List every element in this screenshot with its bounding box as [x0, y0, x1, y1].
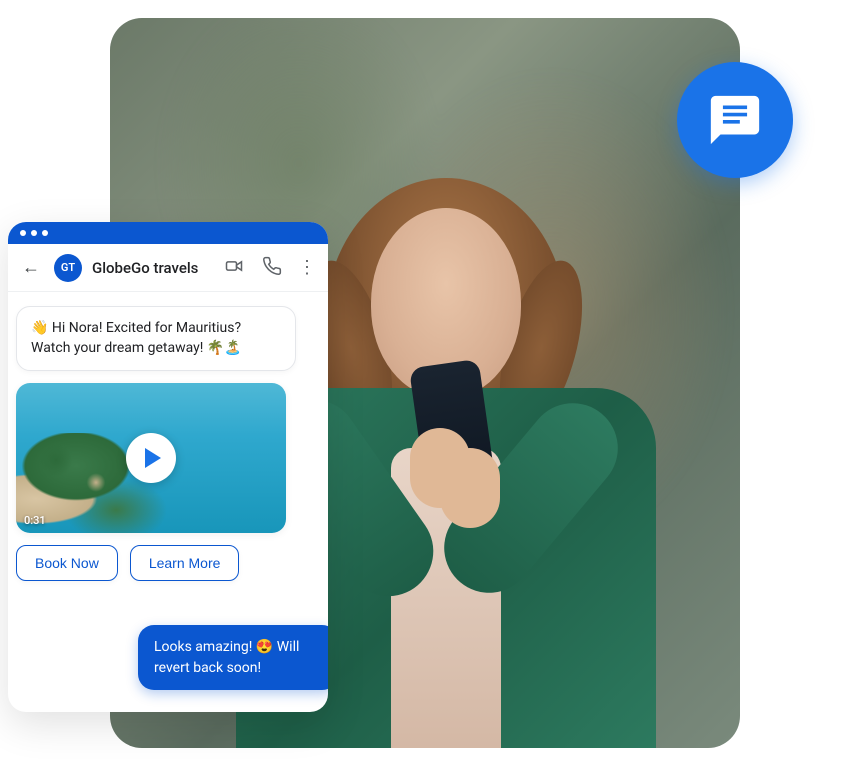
- incoming-message-bubble: 👋 Hi Nora! Excited for Mauritius? Watch …: [16, 306, 296, 371]
- book-now-button[interactable]: Book Now: [16, 545, 118, 581]
- outgoing-message-bubble: Looks amazing! 😍 Will revert back soon!: [138, 625, 328, 690]
- video-camera-icon: [224, 256, 244, 276]
- window-dot: [42, 230, 48, 236]
- video-attachment[interactable]: 0:31: [16, 383, 286, 533]
- back-button[interactable]: ←: [18, 253, 44, 282]
- messages-app-badge: [677, 62, 793, 178]
- window-dot: [31, 230, 37, 236]
- voice-call-button[interactable]: [258, 252, 286, 284]
- play-button[interactable]: [126, 433, 176, 483]
- contact-name: GlobeGo travels: [92, 259, 210, 277]
- quick-actions-row: Book Now Learn More: [16, 545, 314, 581]
- more-options-button[interactable]: ⋮: [296, 257, 318, 278]
- chat-header: ← GT GlobeGo travels ⋮: [8, 244, 328, 292]
- chat-window: ← GT GlobeGo travels ⋮ 👋 Hi Nora! Excite…: [8, 222, 328, 712]
- phone-icon: [262, 256, 282, 276]
- chat-body: 👋 Hi Nora! Excited for Mauritius? Watch …: [8, 292, 328, 712]
- window-titlebar: [8, 222, 328, 244]
- contact-avatar[interactable]: GT: [54, 254, 82, 282]
- video-call-button[interactable]: [220, 252, 248, 284]
- chat-bubble-icon: [706, 91, 764, 149]
- learn-more-button[interactable]: Learn More: [130, 545, 240, 581]
- video-duration-label: 0:31: [24, 514, 46, 527]
- window-dot: [20, 230, 26, 236]
